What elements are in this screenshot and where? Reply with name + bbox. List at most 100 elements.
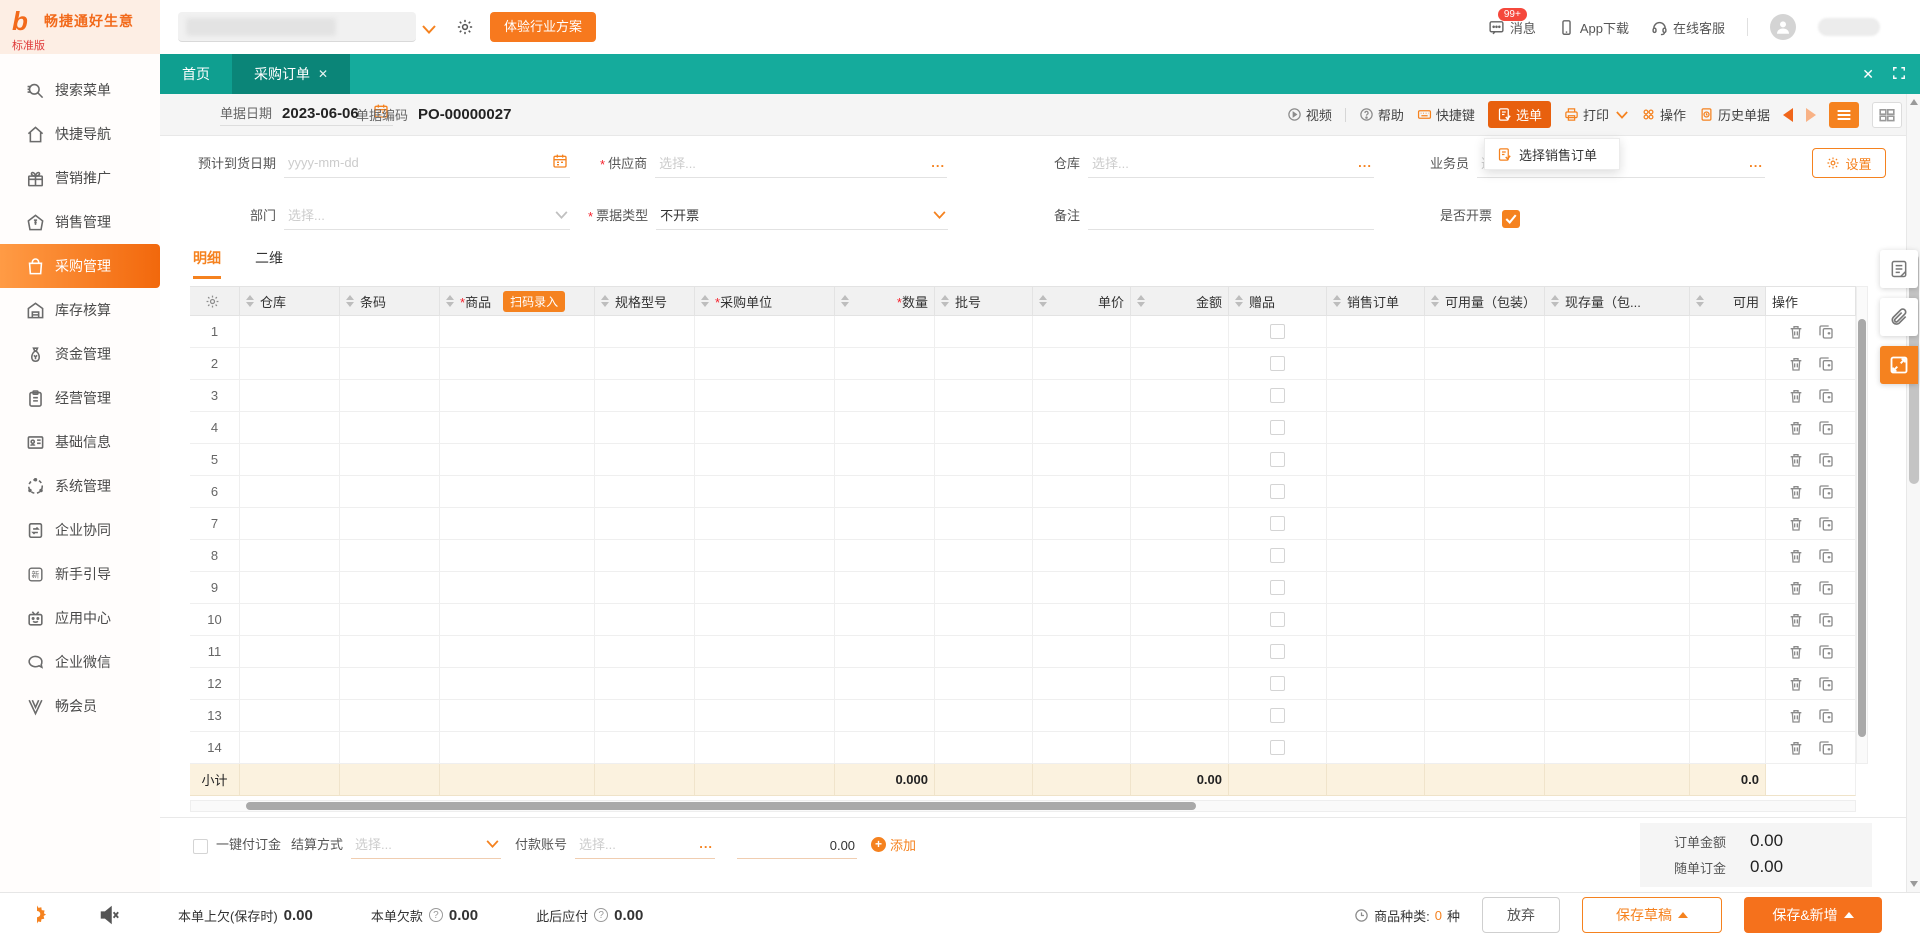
settings-button[interactable]: 设置: [1812, 148, 1886, 178]
pick-order-popup-item[interactable]: 选择销售订单: [1484, 138, 1620, 170]
fullscreen-icon[interactable]: [1892, 66, 1906, 83]
delete-icon[interactable]: [1788, 644, 1804, 660]
sidebar-item-appcenter[interactable]: 应用中心: [0, 596, 160, 640]
table-vertical-scrollbar[interactable]: [1856, 286, 1868, 764]
table-row[interactable]: 8: [190, 540, 1868, 572]
delete-icon[interactable]: [1788, 676, 1804, 692]
copy-add-icon[interactable]: [1818, 516, 1834, 532]
copy-add-icon[interactable]: [1818, 676, 1834, 692]
pick-order-button[interactable]: 选单: [1487, 101, 1551, 128]
save-draft-button[interactable]: 保存草稿: [1582, 897, 1722, 933]
sort-icon[interactable]: [1137, 295, 1145, 307]
sidebar-item-inventory[interactable]: 库存核算: [0, 288, 160, 332]
sort-icon[interactable]: [841, 295, 849, 307]
sort-icon[interactable]: [701, 295, 709, 307]
scan-input-button[interactable]: 扫码录入: [503, 290, 566, 312]
sidebar-item-gift[interactable]: 营销推广: [0, 156, 160, 200]
table-row[interactable]: 5: [190, 444, 1868, 476]
sidebar-item-purchase[interactable]: 采购管理: [0, 244, 160, 288]
gift-checkbox[interactable]: [1270, 324, 1285, 339]
close-all-tabs-icon[interactable]: ✕: [1862, 66, 1874, 83]
attachment-button[interactable]: [1880, 298, 1918, 336]
column-header-config[interactable]: [190, 286, 240, 316]
table-row[interactable]: 7: [190, 508, 1868, 540]
delete-icon[interactable]: [1788, 548, 1804, 564]
sort-icon[interactable]: [446, 295, 454, 307]
sidebar-item-funds[interactable]: 资金管理: [0, 332, 160, 376]
messages-link[interactable]: 消息 99+: [1488, 7, 1536, 37]
gift-checkbox[interactable]: [1270, 708, 1285, 723]
column-header-销售订单[interactable]: 销售订单: [1327, 286, 1425, 316]
calendar-icon[interactable]: [552, 153, 568, 172]
department-field[interactable]: 部门 选择...: [180, 196, 570, 230]
column-header-金额[interactable]: 金额: [1131, 286, 1229, 316]
chevron-down-icon[interactable]: [555, 207, 568, 222]
gift-checkbox[interactable]: [1270, 420, 1285, 435]
gear-icon[interactable]: [456, 18, 474, 39]
sort-icon[interactable]: [941, 295, 949, 307]
delete-icon[interactable]: [1788, 452, 1804, 468]
remark-field[interactable]: 备注: [1020, 196, 1374, 230]
gift-checkbox[interactable]: [1270, 548, 1285, 563]
sidebar-item-search[interactable]: 搜索菜单: [0, 68, 160, 112]
gift-checkbox[interactable]: [1270, 388, 1285, 403]
ellipsis-picker-icon[interactable]: ...: [1749, 155, 1763, 170]
pay-account-select[interactable]: 选择... ...: [575, 834, 716, 859]
gift-checkbox[interactable]: [1270, 516, 1285, 531]
tab-detail[interactable]: 明细: [193, 248, 221, 279]
ellipsis-picker-icon[interactable]: ...: [699, 836, 713, 851]
warehouse-field[interactable]: 仓库 选择... ...: [1020, 144, 1374, 178]
company-selector[interactable]: [178, 12, 416, 42]
delete-icon[interactable]: [1788, 324, 1804, 340]
table-row[interactable]: 1: [190, 316, 1868, 348]
column-header-赠品[interactable]: 赠品: [1229, 286, 1327, 316]
table-row[interactable]: 6: [190, 476, 1868, 508]
mute-speaker-icon[interactable]: [98, 904, 120, 926]
copy-add-icon[interactable]: [1818, 356, 1834, 372]
chevron-down-icon[interactable]: [486, 836, 499, 851]
tab-purchase-order[interactable]: 采购订单 ✕: [232, 54, 351, 94]
help-link[interactable]: 帮助: [1359, 105, 1404, 124]
video-link[interactable]: 视频: [1287, 105, 1332, 124]
sort-icon[interactable]: [1696, 295, 1704, 307]
delete-icon[interactable]: [1788, 612, 1804, 628]
column-header-单价[interactable]: 单价: [1033, 286, 1131, 316]
table-row[interactable]: 13: [190, 700, 1868, 732]
quick-pay-checkbox[interactable]: [193, 839, 208, 854]
close-tab-icon[interactable]: ✕: [318, 67, 328, 81]
card-view-button[interactable]: [1872, 101, 1902, 128]
delete-icon[interactable]: [1788, 420, 1804, 436]
copy-add-icon[interactable]: [1818, 388, 1834, 404]
column-header-可用[interactable]: 可用: [1690, 286, 1766, 316]
copy-add-icon[interactable]: [1818, 420, 1834, 436]
gift-checkbox[interactable]: [1270, 612, 1285, 627]
column-header-操作[interactable]: 操作: [1766, 286, 1856, 316]
list-view-button[interactable]: [1829, 101, 1859, 128]
copy-add-icon[interactable]: [1818, 548, 1834, 564]
column-header-数量[interactable]: *数量: [835, 286, 935, 316]
sidebar-item-wechat[interactable]: 企业微信: [0, 640, 160, 684]
copy-add-icon[interactable]: [1818, 484, 1834, 500]
question-icon[interactable]: ?: [594, 908, 609, 922]
copy-add-icon[interactable]: [1818, 452, 1834, 468]
gift-checkbox[interactable]: [1270, 356, 1285, 371]
table-row[interactable]: 2: [190, 348, 1868, 380]
gift-checkbox[interactable]: [1270, 644, 1285, 659]
sidebar-item-baseinfo[interactable]: 基础信息: [0, 420, 160, 464]
footer-gear-icon[interactable]: [28, 904, 50, 926]
sort-icon[interactable]: [1333, 295, 1341, 307]
invoice-checkbox[interactable]: [1502, 210, 1521, 228]
delete-icon[interactable]: [1788, 484, 1804, 500]
sort-icon[interactable]: [1039, 295, 1047, 307]
operations-button[interactable]: 操作: [1641, 105, 1686, 124]
industry-solution-button[interactable]: 体验行业方案: [490, 12, 597, 42]
column-header-现存量（包...[interactable]: 现存量（包...: [1545, 286, 1690, 316]
sort-icon[interactable]: [1235, 295, 1243, 307]
history-button[interactable]: 历史单据: [1699, 105, 1770, 124]
copy-add-icon[interactable]: [1818, 580, 1834, 596]
column-header-可用量（包装）[interactable]: 可用量（包装）: [1425, 286, 1545, 316]
app-download-link[interactable]: App下载: [1558, 18, 1629, 37]
sidebar-item-guide[interactable]: 新新手引导: [0, 552, 160, 596]
delete-icon[interactable]: [1788, 516, 1804, 532]
expected-date-field[interactable]: 预计到货日期 yyyy-mm-dd: [180, 144, 570, 178]
